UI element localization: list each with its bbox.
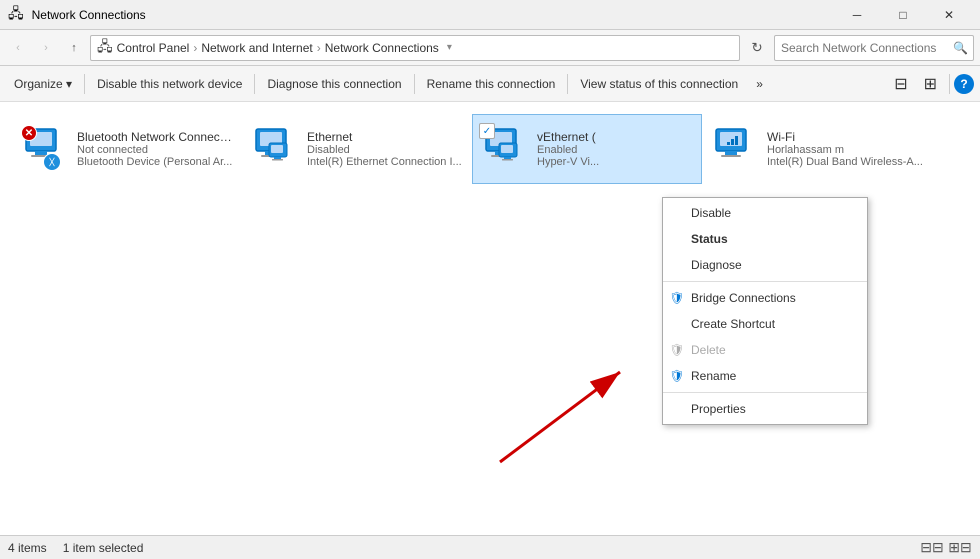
vethernet-info: vEthernet ( Enabled Hyper-V Vi...	[537, 130, 693, 168]
title-bar: 🖧 Network Connections ─ □ ✕	[0, 0, 980, 30]
ctx-shortcut[interactable]: Create Shortcut	[663, 311, 867, 337]
toolbar-sep2	[254, 74, 255, 94]
view-buttons: ⊟⊟ ⊞⊟	[920, 538, 972, 558]
title-bar-controls: ─ □ ✕	[834, 0, 972, 30]
search-icon: 🔍	[953, 41, 968, 55]
diagnose-button[interactable]: Diagnose this connection	[259, 69, 409, 99]
ctx-delete-label: Delete	[691, 343, 726, 357]
refresh-button[interactable]: ↻	[744, 35, 770, 61]
main-content: ✕ ᚷ Bluetooth Network Connection Not con…	[0, 102, 980, 535]
vethernet-name: vEthernet (	[537, 130, 693, 144]
window-title: Network Connections	[32, 8, 146, 22]
breadcrumb-sep2: ›	[317, 41, 321, 55]
search-wrap: 🔍	[774, 35, 974, 61]
maximize-button[interactable]: □	[880, 0, 926, 30]
status-bar: 4 items 1 item selected ⊟⊟ ⊞⊟	[0, 535, 980, 559]
window-icon: 🖧	[8, 3, 24, 27]
toolbar: Organize ▾ Disable this network device D…	[0, 66, 980, 102]
toolbar-sep5	[949, 74, 950, 94]
vethernet-detail: Hyper-V Vi...	[537, 156, 693, 168]
x-badge: ✕	[21, 125, 37, 141]
arrow-annotation	[480, 352, 660, 475]
ethernet-status: Disabled	[307, 144, 463, 156]
shield-icon-delete: 🛡	[669, 342, 685, 358]
view-options-button[interactable]: ⊟	[886, 69, 915, 99]
ethernet-icon-wrap	[251, 125, 299, 173]
ethernet-detail: Intel(R) Ethernet Connection I...	[307, 156, 463, 168]
bluetooth-badge: ᚷ	[43, 153, 61, 171]
bluetooth-name: Bluetooth Network Connection	[77, 130, 233, 144]
forward-button[interactable]: ›	[34, 36, 58, 60]
tiles-view-button[interactable]: ⊞⊟	[948, 538, 972, 558]
more-button[interactable]: »	[748, 69, 771, 99]
item-count: 4 items	[8, 541, 47, 555]
bluetooth-info: Bluetooth Network Connection Not connect…	[77, 130, 233, 168]
organize-button[interactable]: Organize ▾	[6, 69, 80, 99]
ethernet-icon	[251, 125, 293, 167]
list-item[interactable]: ✓ vEthernet ( Enabled Hyper-V Vi...	[472, 114, 702, 184]
search-input[interactable]	[774, 35, 974, 61]
ctx-shortcut-label: Create Shortcut	[691, 317, 775, 331]
ctx-status-label: Status	[691, 232, 728, 246]
toolbar-sep4	[567, 74, 568, 94]
ctx-sep1	[663, 281, 867, 282]
breadcrumb-dropdown-icon[interactable]: ▾	[447, 42, 452, 53]
breadcrumb-network-internet: Network and Internet	[201, 41, 312, 55]
bluetooth-status: Not connected	[77, 144, 233, 156]
help-button[interactable]: ?	[954, 74, 974, 94]
selected-count: 1 item selected	[63, 541, 144, 555]
ctx-rename-label: Rename	[691, 369, 736, 383]
breadcrumb-text: Control Panel	[117, 41, 190, 55]
ctx-sep2	[663, 392, 867, 393]
bluetooth-icon-wrap: ✕ ᚷ	[21, 125, 69, 173]
ctx-status[interactable]: Status	[663, 226, 867, 252]
minimize-button[interactable]: ─	[834, 0, 880, 30]
ethernet-name: Ethernet	[307, 130, 463, 144]
ctx-diagnose[interactable]: Diagnose	[663, 252, 867, 278]
ctx-properties-label: Properties	[691, 402, 746, 416]
check-badge: ✓	[479, 123, 495, 139]
ctx-disable-label: Disable	[691, 206, 731, 220]
vethernet-status: Enabled	[537, 144, 693, 156]
breadcrumb[interactable]: 🖧 Control Panel › Network and Internet ›…	[90, 35, 740, 61]
breadcrumb-icon: 🖧	[97, 36, 113, 60]
ctx-bridge[interactable]: 🛡 Bridge Connections	[663, 285, 867, 311]
ctx-rename[interactable]: 🛡 Rename	[663, 363, 867, 389]
wifi-detail: Intel(R) Dual Band Wireless-A...	[767, 156, 923, 168]
shield-icon-bridge: 🛡	[669, 290, 685, 306]
list-item[interactable]: ✕ ᚷ Bluetooth Network Connection Not con…	[12, 114, 242, 184]
list-item[interactable]: Wi-Fi Horlahassam m Intel(R) Dual Band W…	[702, 114, 932, 184]
rename-button[interactable]: Rename this connection	[419, 69, 564, 99]
ctx-delete[interactable]: 🛡 Delete	[663, 337, 867, 363]
title-bar-left: 🖧 Network Connections	[8, 3, 146, 27]
toolbar-sep3	[414, 74, 415, 94]
vethernet-icon-wrap: ✓	[481, 125, 529, 173]
back-button[interactable]: ‹	[6, 36, 30, 60]
breadcrumb-network-connections: Network Connections	[325, 41, 439, 55]
ctx-disable[interactable]: Disable	[663, 200, 867, 226]
up-button[interactable]: ↑	[62, 36, 86, 60]
wifi-icon	[711, 125, 753, 167]
wifi-info: Wi-Fi Horlahassam m Intel(R) Dual Band W…	[767, 130, 923, 168]
view-status-button[interactable]: View status of this connection	[572, 69, 746, 99]
wifi-status: Horlahassam m	[767, 144, 923, 156]
ethernet-info: Ethernet Disabled Intel(R) Ethernet Conn…	[307, 130, 463, 168]
wifi-icon-wrap	[711, 125, 759, 173]
address-bar: ‹ › ↑ 🖧 Control Panel › Network and Inte…	[0, 30, 980, 66]
close-button[interactable]: ✕	[926, 0, 972, 30]
wifi-name: Wi-Fi	[767, 130, 923, 144]
details-view-button[interactable]: ⊟⊟	[920, 538, 944, 558]
ctx-properties[interactable]: Properties	[663, 396, 867, 422]
breadcrumb-sep1: ›	[193, 41, 197, 55]
disable-button[interactable]: Disable this network device	[89, 69, 250, 99]
view-toggle-button[interactable]: ⊞	[916, 69, 945, 99]
toolbar-sep1	[84, 74, 85, 94]
ctx-diagnose-label: Diagnose	[691, 258, 742, 272]
ctx-bridge-label: Bridge Connections	[691, 291, 796, 305]
context-menu: Disable Status Diagnose 🛡 Bridge Connect…	[662, 197, 868, 425]
list-item[interactable]: Ethernet Disabled Intel(R) Ethernet Conn…	[242, 114, 472, 184]
bluetooth-detail: Bluetooth Device (Personal Ar...	[77, 156, 233, 168]
shield-icon-rename: 🛡	[669, 368, 685, 384]
